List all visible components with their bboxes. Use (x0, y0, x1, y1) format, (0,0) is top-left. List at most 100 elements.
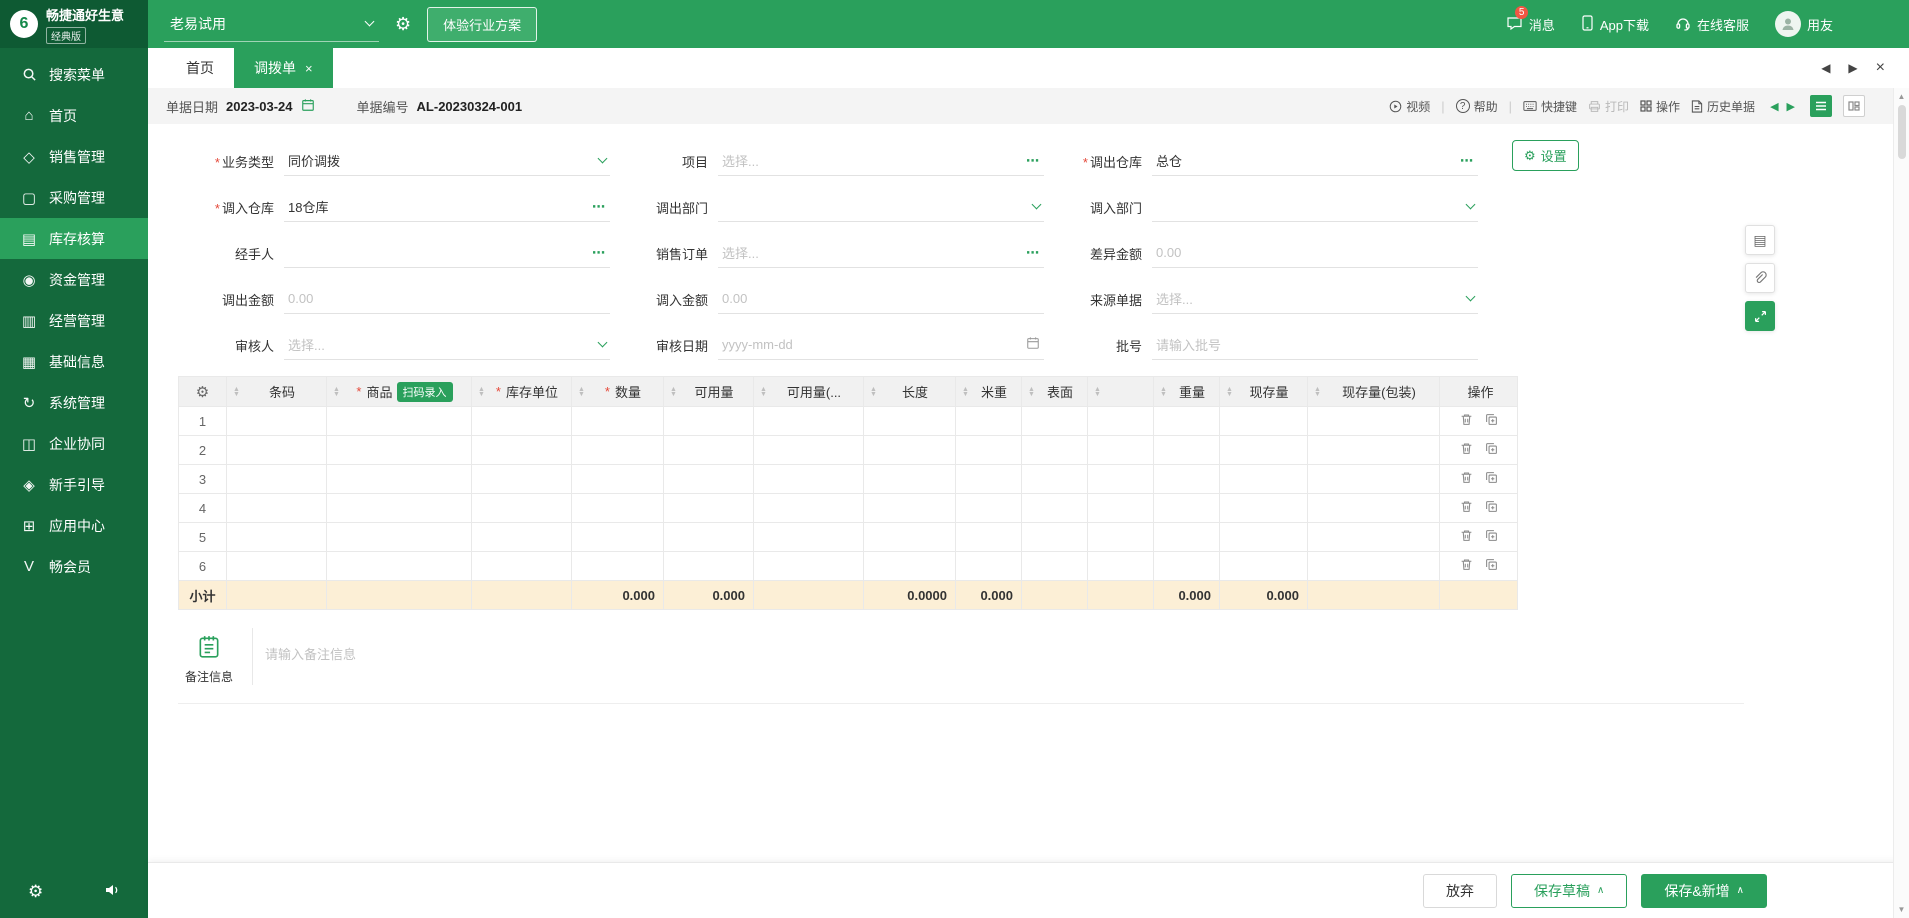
column-stock[interactable]: ▲ ▼ 现存量 (1219, 376, 1308, 407)
column-extra[interactable]: ▲ ▼ (1087, 376, 1154, 407)
grid-cell-surface[interactable] (1021, 493, 1088, 523)
fullscreen-button[interactable] (1745, 301, 1775, 331)
in-amount-input[interactable]: 0.00 (718, 284, 1044, 314)
save-draft-button[interactable]: 保存草稿 ∧ (1511, 873, 1628, 908)
sidebar-item-sales[interactable]: ◇ 销售管理 (0, 136, 148, 177)
sort-icon[interactable]: ▲ ▼ (1226, 386, 1233, 398)
column-settings-button[interactable]: ⚙ (178, 376, 227, 407)
sidebar-item-app-center[interactable]: ⊞ 应用中心 (0, 505, 148, 546)
sales-order-input[interactable]: 选择... ⋯ (718, 238, 1044, 268)
more-options-icon[interactable]: ⋯ (1026, 245, 1040, 261)
messages-button[interactable]: 5 消息 (1506, 5, 1555, 34)
topbar-gear-icon[interactable]: ⚙ (395, 14, 411, 35)
sort-icon[interactable]: ▲ ▼ (333, 386, 340, 398)
grid-cell-stock-pkg[interactable] (1307, 435, 1440, 465)
sidebar-item-collab[interactable]: ◫ 企业协同 (0, 423, 148, 464)
grid-cell-stock[interactable] (1219, 406, 1308, 436)
grid-cell-meter-weight[interactable] (955, 406, 1022, 436)
grid-cell-product[interactable] (326, 406, 472, 436)
grid-cell-stock[interactable] (1219, 464, 1308, 494)
grid-cell-weight[interactable] (1153, 464, 1220, 494)
attachment-button[interactable] (1745, 263, 1775, 293)
column-stock-pkg[interactable]: ▲ ▼ 现存量(包装) (1307, 376, 1440, 407)
grid-cell-extra[interactable] (1087, 406, 1154, 436)
grid-cell-available2[interactable] (753, 551, 864, 581)
grid-cell-unit[interactable] (471, 522, 572, 552)
scrollbar-thumb[interactable] (1897, 105, 1906, 159)
sort-icon[interactable]: ▲ ▼ (1160, 386, 1167, 398)
grid-cell-stock[interactable] (1219, 493, 1308, 523)
calendar-icon[interactable] (1026, 336, 1040, 353)
grid-cell-qty[interactable] (571, 493, 664, 523)
grid-cell-weight[interactable] (1153, 551, 1220, 581)
grid-cell-barcode[interactable] (226, 464, 327, 494)
column-available2[interactable]: ▲ ▼ 可用量(... (753, 376, 864, 407)
grid-cell-extra[interactable] (1087, 522, 1154, 552)
column-surface[interactable]: ▲ ▼ 表面 (1021, 376, 1088, 407)
grid-cell-weight[interactable] (1153, 493, 1220, 523)
more-options-icon[interactable]: ⋯ (1026, 153, 1040, 169)
sidebar-item-guide[interactable]: ◈ 新手引导 (0, 464, 148, 505)
sidebar-item-inventory[interactable]: ▤ 库存核算 (0, 218, 148, 259)
chevron-down-icon[interactable] (1465, 199, 1476, 210)
grid-cell-meter-weight[interactable] (955, 435, 1022, 465)
grid-cell-weight[interactable] (1153, 435, 1220, 465)
video-button[interactable]: 视频 (1389, 98, 1430, 115)
grid-cell-stock[interactable] (1219, 551, 1308, 581)
grid-cell-barcode[interactable] (226, 435, 327, 465)
more-options-icon[interactable]: ⋯ (1460, 153, 1474, 169)
grid-cell-barcode[interactable] (226, 493, 327, 523)
tab-home[interactable]: 首页 (166, 48, 234, 88)
prev-doc-icon[interactable]: ◀ (1770, 100, 1778, 113)
sidebar-item-operations[interactable]: ▥ 经营管理 (0, 300, 148, 341)
grid-cell-stock-pkg[interactable] (1307, 406, 1440, 436)
grid-cell-meter-weight[interactable] (955, 522, 1022, 552)
grid-cell-surface[interactable] (1021, 464, 1088, 494)
grid-cell-unit[interactable] (471, 493, 572, 523)
scroll-up-icon[interactable]: ▲ (1898, 88, 1906, 105)
tab-scroll-left-icon[interactable]: ◀ (1821, 61, 1830, 75)
grid-cell-extra[interactable] (1087, 435, 1154, 465)
copy-row-icon[interactable] (1485, 413, 1498, 429)
audit-date-input[interactable]: yyyy-mm-dd (718, 330, 1044, 360)
grid-cell-product[interactable] (326, 435, 472, 465)
account-selector[interactable]: 老易试用 (164, 7, 379, 42)
grid-cell-barcode[interactable] (226, 406, 327, 436)
doc-summary-button[interactable]: ▤ (1745, 225, 1775, 255)
grid-cell-extra[interactable] (1087, 493, 1154, 523)
column-barcode[interactable]: ▲ ▼ 条码 (226, 376, 327, 407)
print-button[interactable]: 打印 (1588, 98, 1629, 115)
column-weight[interactable]: ▲ ▼ 重量 (1153, 376, 1220, 407)
chevron-down-icon[interactable] (1031, 199, 1042, 210)
scan-entry-button[interactable]: 扫码录入 (396, 381, 453, 402)
grid-cell-available[interactable] (663, 551, 754, 581)
app-download-button[interactable]: App下载 (1581, 14, 1649, 34)
grid-cell-length[interactable] (863, 464, 956, 494)
biz-type-input[interactable]: 同价调拨 (284, 146, 610, 176)
grid-cell-stock[interactable] (1219, 522, 1308, 552)
grid-cell-stock-pkg[interactable] (1307, 493, 1440, 523)
grid-cell-weight[interactable] (1153, 522, 1220, 552)
shortcuts-button[interactable]: 快捷键 (1523, 98, 1577, 115)
grid-cell-available2[interactable] (753, 406, 864, 436)
grid-cell-meter-weight[interactable] (955, 464, 1022, 494)
grid-cell-extra[interactable] (1087, 464, 1154, 494)
column-meter-weight[interactable]: ▲ ▼ 米重 (955, 376, 1022, 407)
auditor-input[interactable]: 选择... (284, 330, 610, 360)
delete-row-icon[interactable] (1460, 413, 1473, 429)
vertical-scrollbar[interactable]: ▲ ▼ (1893, 88, 1909, 918)
grid-cell-weight[interactable] (1153, 406, 1220, 436)
sort-icon[interactable]: ▲ ▼ (962, 386, 969, 398)
user-menu[interactable]: 用友 (1774, 11, 1833, 37)
sidebar-item-purchase[interactable]: ▢ 采购管理 (0, 177, 148, 218)
sidebar-item-funds[interactable]: ◉ 资金管理 (0, 259, 148, 300)
grid-cell-qty[interactable] (571, 406, 664, 436)
calendar-icon[interactable] (301, 98, 315, 115)
sort-icon[interactable]: ▲ ▼ (1028, 386, 1035, 398)
grid-cell-extra[interactable] (1087, 551, 1154, 581)
close-all-tabs-icon[interactable]: × (1876, 59, 1885, 77)
sort-icon[interactable]: ▲ ▼ (478, 386, 485, 398)
grid-cell-product[interactable] (326, 551, 472, 581)
copy-row-icon[interactable] (1485, 500, 1498, 516)
grid-cell-available2[interactable] (753, 522, 864, 552)
